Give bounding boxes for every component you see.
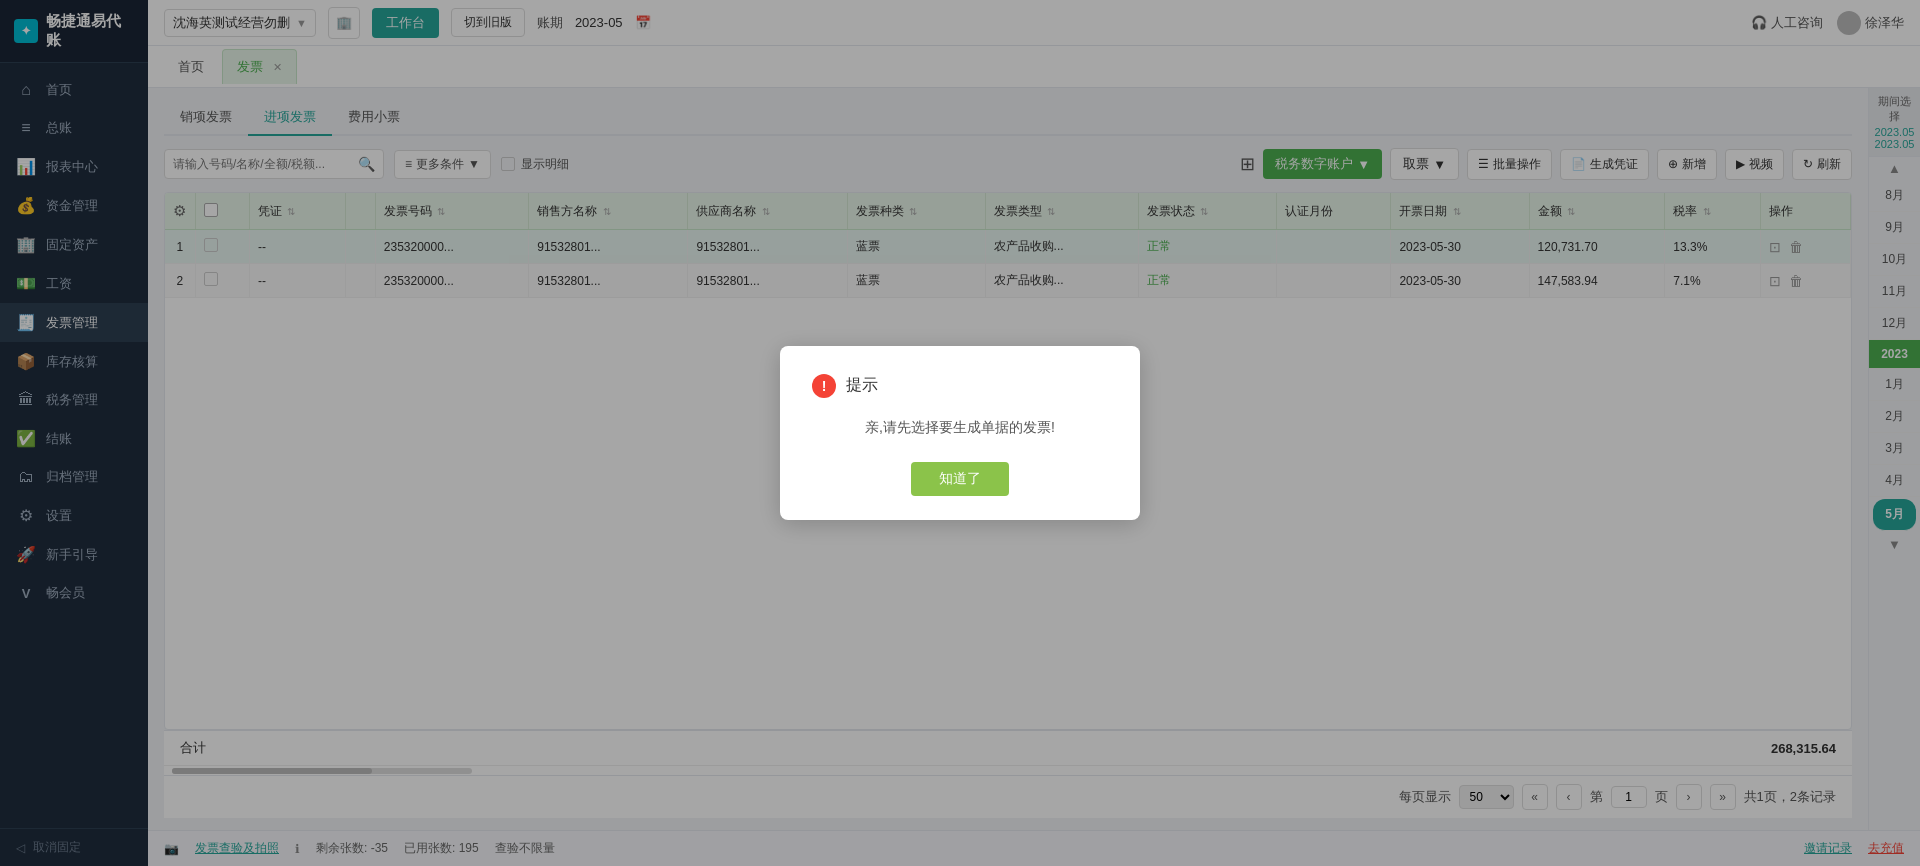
modal-confirm-button[interactable]: 知道了	[911, 462, 1009, 496]
modal-overlay[interactable]: ! 提示 亲,请先选择要生成单据的发票! 知道了	[0, 0, 1920, 866]
modal-dialog: ! 提示 亲,请先选择要生成单据的发票! 知道了	[780, 346, 1140, 520]
modal-footer: 知道了	[812, 462, 1108, 496]
modal-title-row: ! 提示	[812, 374, 1108, 398]
modal-body: 亲,请先选择要生成单据的发票!	[812, 416, 1108, 438]
modal-title: 提示	[846, 375, 878, 396]
modal-warning-icon: !	[812, 374, 836, 398]
